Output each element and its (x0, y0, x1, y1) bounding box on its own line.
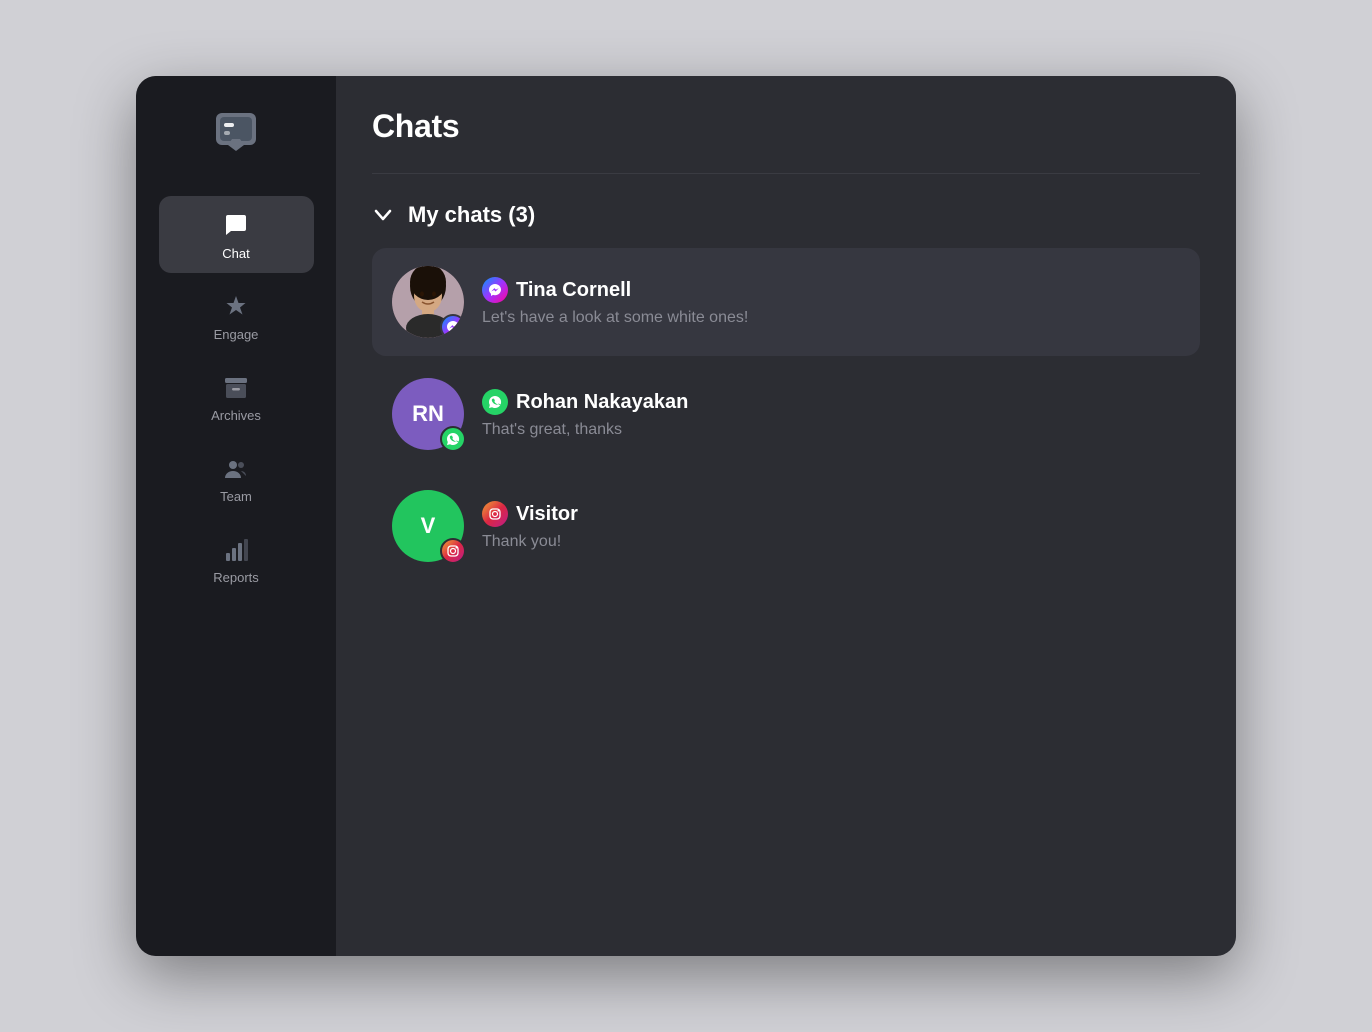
chat-info: Tina Cornell Let's have a look at some w… (482, 277, 1180, 327)
chat-list: Tina Cornell Let's have a look at some w… (372, 248, 1200, 580)
chat-item[interactable]: RN Rohan Nakayakan (372, 360, 1200, 468)
platform-badge-instagram (440, 538, 466, 564)
section-header: My chats (3) (372, 202, 1200, 228)
sidebar-item-reports-label: Reports (213, 570, 259, 585)
chat-info: Rohan Nakayakan That's great, thanks (482, 389, 1180, 439)
chat-item[interactable]: Tina Cornell Let's have a look at some w… (372, 248, 1200, 356)
app-logo (201, 96, 271, 166)
chat-name: Tina Cornell (516, 279, 631, 302)
avatar (392, 266, 464, 338)
chat-info: Visitor Thank you! (482, 501, 1180, 551)
section-title: My chats (3) (408, 202, 535, 228)
whatsapp-platform-icon (482, 389, 508, 415)
sidebar-item-engage[interactable]: Engage (159, 277, 314, 354)
sidebar-item-chat-label: Chat (222, 246, 249, 261)
chat-preview: Let's have a look at some white ones! (482, 309, 1180, 327)
team-icon (222, 455, 250, 483)
avatar-initials: V (421, 513, 436, 539)
chat-item[interactable]: V (372, 472, 1200, 580)
main-content: Chats My chats (3) (336, 76, 1236, 956)
instagram-platform-icon (482, 501, 508, 527)
sidebar-item-team[interactable]: Team (159, 439, 314, 516)
chevron-down-icon[interactable] (372, 204, 394, 226)
sidebar-item-archives[interactable]: Archives (159, 358, 314, 435)
messenger-platform-icon (482, 277, 508, 303)
chat-name-row: Tina Cornell (482, 277, 1180, 303)
sidebar: Chat Engage (136, 76, 336, 956)
chat-name: Rohan Nakayakan (516, 391, 688, 414)
avatar: V (392, 490, 464, 562)
platform-badge-messenger (440, 314, 464, 338)
avatar-initials: RN (412, 401, 444, 427)
chat-icon (222, 212, 250, 240)
sidebar-item-team-label: Team (220, 489, 252, 504)
archives-icon (222, 374, 250, 402)
sidebar-item-chat[interactable]: Chat (159, 196, 314, 273)
engage-icon (222, 293, 250, 321)
sidebar-item-engage-label: Engage (214, 327, 259, 342)
chat-name-row: Rohan Nakayakan (482, 389, 1180, 415)
sidebar-nav: Chat Engage (136, 196, 336, 956)
chat-name-row: Visitor (482, 501, 1180, 527)
chat-name: Visitor (516, 503, 578, 526)
platform-badge-whatsapp (440, 426, 466, 452)
sidebar-item-reports[interactable]: Reports (159, 520, 314, 597)
chat-preview: That's great, thanks (482, 421, 1180, 439)
avatar: RN (392, 378, 464, 450)
chat-preview: Thank you! (482, 533, 1180, 551)
sidebar-item-archives-label: Archives (211, 408, 261, 423)
divider (372, 173, 1200, 174)
reports-icon (222, 536, 250, 564)
app-container: Chat Engage (136, 76, 1236, 956)
page-title: Chats (372, 108, 1200, 145)
